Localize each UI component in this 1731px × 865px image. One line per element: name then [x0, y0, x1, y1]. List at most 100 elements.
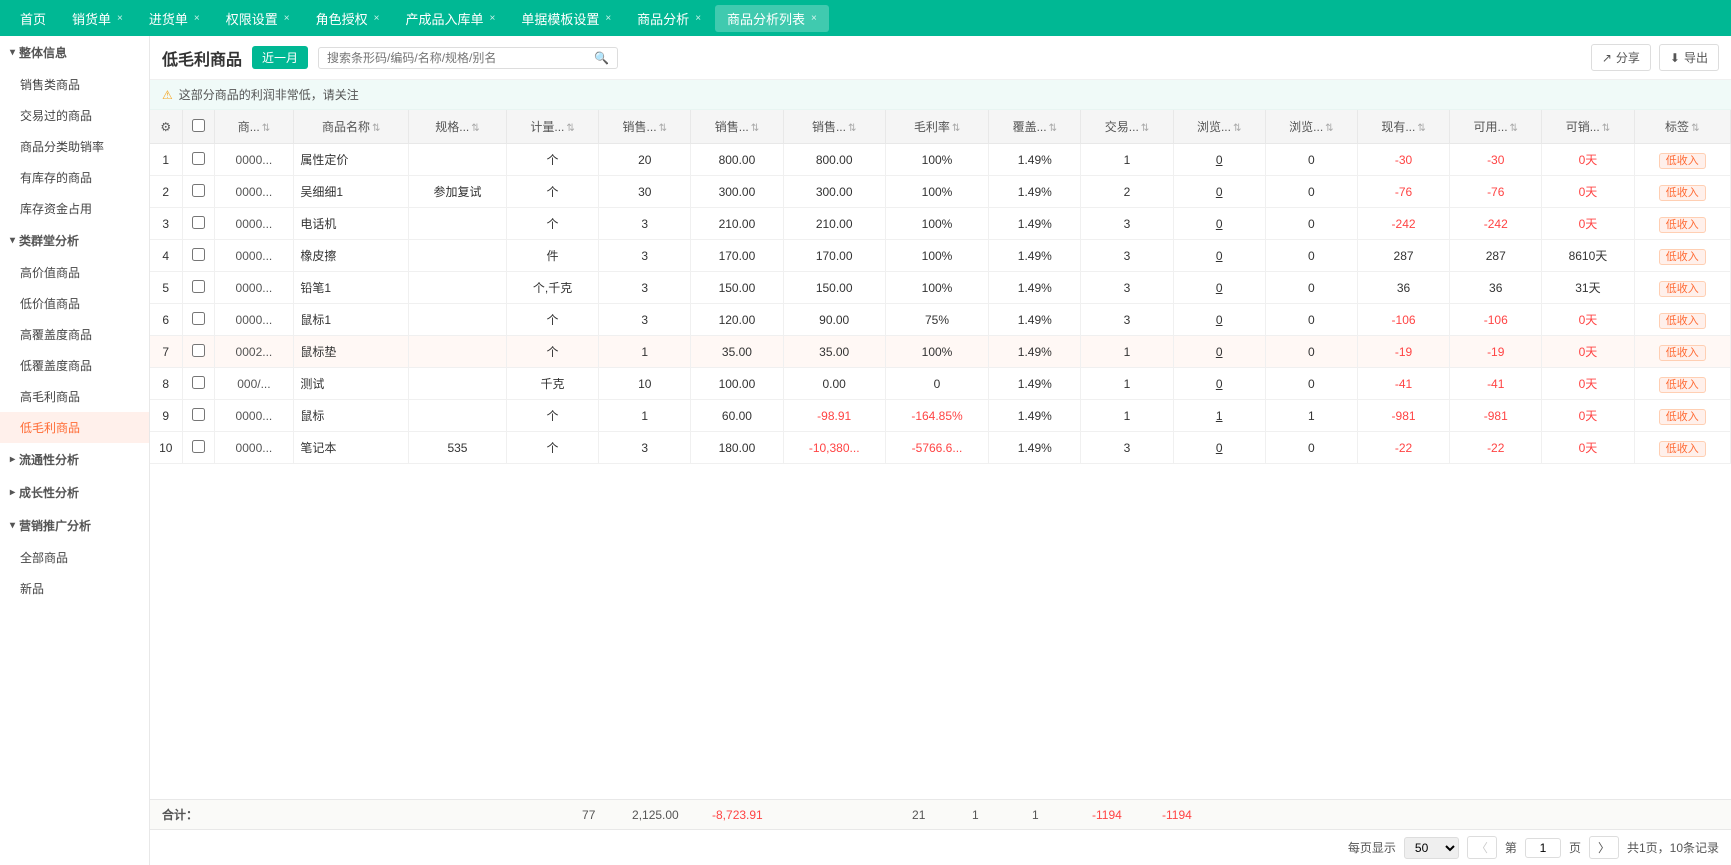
- col-header-sales-qty: 销售...⇅: [599, 110, 691, 144]
- footer-label: 合计：: [162, 806, 198, 823]
- row-checkbox-cell[interactable]: [182, 368, 214, 400]
- nav-sales-order[interactable]: 销货单 ×: [60, 5, 135, 32]
- row-browse1[interactable]: 0: [1173, 208, 1265, 240]
- row-checkbox-cell[interactable]: [182, 336, 214, 368]
- row-transaction: 3: [1081, 240, 1173, 272]
- close-icon[interactable]: ×: [605, 13, 611, 24]
- sidebar-item-stock-products[interactable]: 有库存的商品: [0, 162, 149, 193]
- row-browse1[interactable]: 0: [1173, 304, 1265, 336]
- sidebar-item-new-products[interactable]: 新品: [0, 573, 149, 604]
- sidebar-item-stock-capital[interactable]: 库存资金占用: [0, 193, 149, 224]
- row-checkbox[interactable]: [192, 152, 205, 165]
- row-checkbox-cell[interactable]: [182, 176, 214, 208]
- row-checkbox[interactable]: [192, 408, 205, 421]
- row-checkbox[interactable]: [192, 216, 205, 229]
- row-checkbox[interactable]: [192, 376, 205, 389]
- row-browse1[interactable]: 0: [1173, 240, 1265, 272]
- row-gross-margin: 100%: [885, 208, 988, 240]
- sidebar-group-circulation[interactable]: ▸ 流通性分析: [0, 443, 149, 476]
- row-checkbox[interactable]: [192, 312, 205, 325]
- sidebar: ▾ 整体信息 销售类商品 交易过的商品 商品分类助销率 有库存的商品 库存资金占…: [0, 36, 150, 865]
- row-code: 0000...: [214, 432, 294, 464]
- row-checkbox-cell[interactable]: [182, 400, 214, 432]
- sidebar-item-sales-products[interactable]: 销售类商品: [0, 69, 149, 100]
- row-checkbox[interactable]: [192, 280, 205, 293]
- sidebar-item-high-coverage[interactable]: 高覆盖度商品: [0, 319, 149, 350]
- page-number-input[interactable]: [1525, 838, 1561, 858]
- select-all-checkbox[interactable]: [192, 119, 205, 132]
- sidebar-group-overall[interactable]: ▾ 整体信息: [0, 36, 149, 69]
- nav-purchase-order[interactable]: 进货单 ×: [137, 5, 212, 32]
- row-available: -981: [1450, 400, 1542, 432]
- row-gross-margin: 100%: [885, 176, 988, 208]
- row-sales-price: 150.00: [691, 272, 783, 304]
- row-browse1[interactable]: 1: [1173, 400, 1265, 432]
- row-checkbox-cell[interactable]: [182, 208, 214, 240]
- checkbox-col-header[interactable]: [182, 110, 214, 144]
- sidebar-item-traded-products[interactable]: 交易过的商品: [0, 100, 149, 131]
- row-browse1[interactable]: 0: [1173, 176, 1265, 208]
- close-icon[interactable]: ×: [695, 13, 701, 24]
- sidebar-item-high-value[interactable]: 高价值商品: [0, 257, 149, 288]
- row-checkbox-cell[interactable]: [182, 240, 214, 272]
- close-icon[interactable]: ×: [194, 13, 200, 24]
- col-header-sales-price: 销售...⇅: [691, 110, 783, 144]
- close-icon[interactable]: ×: [374, 13, 380, 24]
- sidebar-group-cluster[interactable]: ▾ 类群堂分析: [0, 224, 149, 257]
- sidebar-group-marketing[interactable]: ▾ 营销推广分析: [0, 509, 149, 542]
- nav-home[interactable]: 首页: [8, 5, 58, 32]
- next-page-button[interactable]: 〉: [1589, 836, 1619, 859]
- close-icon[interactable]: ×: [489, 13, 495, 24]
- row-checkbox[interactable]: [192, 184, 205, 197]
- sidebar-item-low-coverage[interactable]: 低覆盖度商品: [0, 350, 149, 381]
- expand-arrow-icon: ▾: [10, 520, 15, 531]
- row-code: 000/...: [214, 368, 294, 400]
- row-checkbox-cell[interactable]: [182, 272, 214, 304]
- settings-col-header[interactable]: ⚙: [150, 110, 182, 144]
- row-checkbox[interactable]: [192, 344, 205, 357]
- row-settings: 7: [150, 336, 182, 368]
- row-checkbox-cell[interactable]: [182, 304, 214, 336]
- nav-role-auth[interactable]: 角色授权 ×: [304, 5, 392, 32]
- row-gross-margin: 100%: [885, 144, 988, 176]
- close-icon[interactable]: ×: [284, 13, 290, 24]
- nav-permissions[interactable]: 权限设置 ×: [214, 5, 302, 32]
- row-browse1[interactable]: 0: [1173, 336, 1265, 368]
- row-current-stock: -76: [1357, 176, 1449, 208]
- share-icon: ↗: [1602, 51, 1612, 65]
- row-available: -106: [1450, 304, 1542, 336]
- expand-arrow-icon: ▸: [10, 487, 15, 498]
- share-button[interactable]: ↗ 分享: [1591, 44, 1651, 71]
- close-icon[interactable]: ×: [811, 13, 817, 24]
- row-name: 鼠标垫: [294, 336, 409, 368]
- sidebar-item-category-sales-rate[interactable]: 商品分类助销率: [0, 131, 149, 162]
- pagination-bar: 每页显示 50 20 100 〈 第 页 〉 共1页，10条记录: [150, 829, 1731, 865]
- row-gross-margin: 100%: [885, 336, 988, 368]
- per-page-select[interactable]: 50 20 100: [1404, 837, 1459, 859]
- row-browse1[interactable]: 0: [1173, 272, 1265, 304]
- row-browse1[interactable]: 0: [1173, 368, 1265, 400]
- row-browse1[interactable]: 0: [1173, 432, 1265, 464]
- close-icon[interactable]: ×: [117, 13, 123, 24]
- row-available: 36: [1450, 272, 1542, 304]
- row-browse1[interactable]: 0: [1173, 144, 1265, 176]
- sidebar-item-high-margin[interactable]: 高毛利商品: [0, 381, 149, 412]
- sidebar-item-all-products[interactable]: 全部商品: [0, 542, 149, 573]
- sidebar-group-growth[interactable]: ▸ 成长性分析: [0, 476, 149, 509]
- search-icon[interactable]: 🔍: [594, 51, 609, 65]
- row-checkbox[interactable]: [192, 248, 205, 261]
- row-checkbox-cell[interactable]: [182, 432, 214, 464]
- search-input[interactable]: [327, 51, 589, 65]
- nav-template-settings[interactable]: 单据模板设置 ×: [509, 5, 623, 32]
- row-checkbox[interactable]: [192, 440, 205, 453]
- row-checkbox-cell[interactable]: [182, 144, 214, 176]
- row-settings: 4: [150, 240, 182, 272]
- sidebar-item-low-margin[interactable]: 低毛利商品: [0, 412, 149, 443]
- prev-page-button[interactable]: 〈: [1467, 836, 1497, 859]
- nav-product-analysis-list[interactable]: 商品分析列表 ×: [715, 5, 829, 32]
- export-button[interactable]: ⬇ 导出: [1659, 44, 1719, 71]
- sidebar-item-low-value[interactable]: 低价值商品: [0, 288, 149, 319]
- nav-product-entry[interactable]: 产成品入库单 ×: [393, 5, 507, 32]
- nav-product-analysis[interactable]: 商品分析 ×: [625, 5, 713, 32]
- time-filter-button[interactable]: 近一月: [252, 46, 308, 69]
